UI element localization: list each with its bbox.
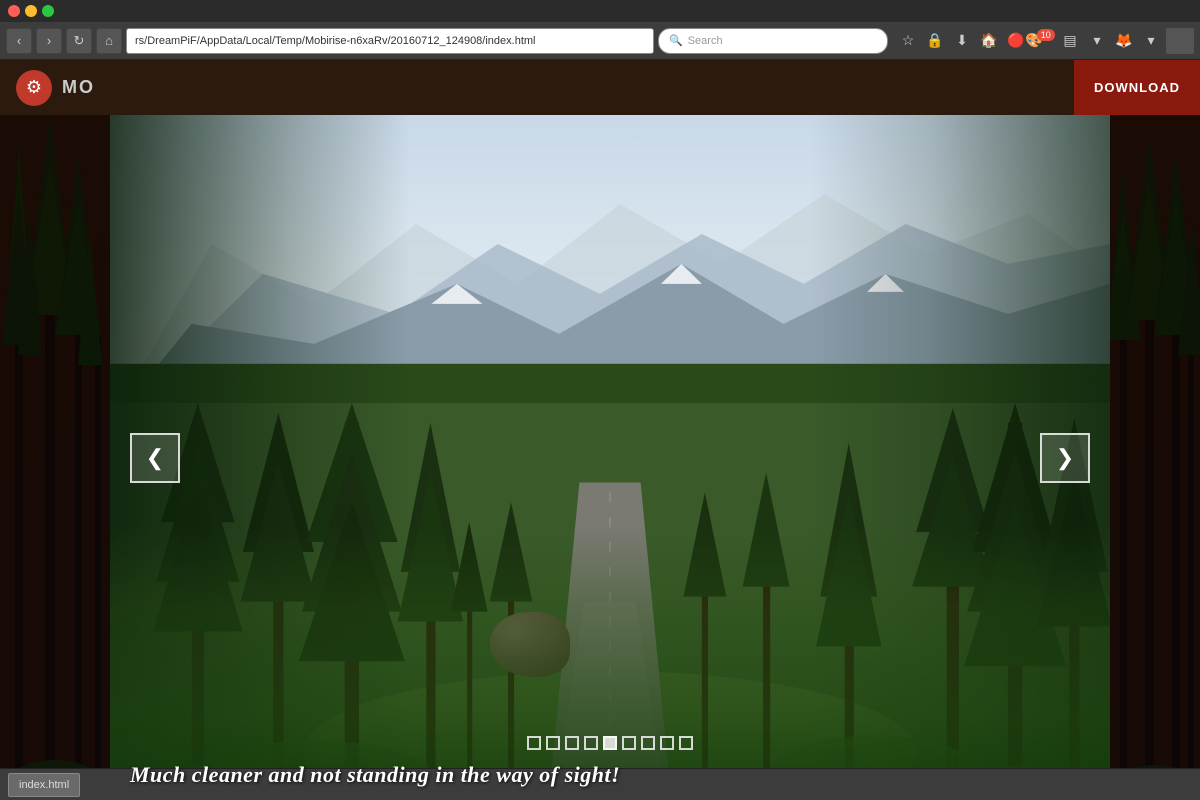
- carousel-container: ❮ ❯ Much cleaner and not standing in the…: [110, 115, 1110, 800]
- minimize-button[interactable]: [25, 5, 37, 17]
- address-bar[interactable]: rs/DreamPiF/AppData/Local/Temp/Mobirise-…: [126, 28, 654, 54]
- indicator-5[interactable]: [603, 736, 617, 750]
- extensions-icon[interactable]: 🦊: [1112, 29, 1136, 53]
- indicator-8[interactable]: [660, 736, 674, 750]
- download-button[interactable]: DOWNLOAD: [1074, 60, 1200, 115]
- browser-toolbar: ‹ › ↻ ⌂ rs/DreamPiF/AppData/Local/Temp/M…: [0, 22, 1200, 60]
- app-header: ⚙ MO DOWNLOAD: [0, 60, 1200, 115]
- taskbar-item-1[interactable]: index.html: [8, 773, 80, 797]
- carousel-caption: Much cleaner and not standing in the way…: [130, 762, 1090, 788]
- menu-icon[interactable]: ▤: [1058, 29, 1082, 53]
- lock-icon[interactable]: 🔒: [923, 29, 947, 53]
- indicator-2[interactable]: [546, 736, 560, 750]
- ground-cover: [110, 526, 1110, 800]
- maximize-button[interactable]: [42, 5, 54, 17]
- caption-text: Much cleaner and not standing in the way…: [130, 762, 620, 787]
- download-icon[interactable]: ⬇: [950, 29, 974, 53]
- forward-button[interactable]: ›: [36, 28, 62, 54]
- carousel-next-button[interactable]: ❯: [1040, 433, 1090, 483]
- bookmark-icon[interactable]: ☆: [896, 29, 920, 53]
- indicator-4[interactable]: [584, 736, 598, 750]
- apps-icon[interactable]: 🎨 10: [1031, 29, 1055, 53]
- indicator-6[interactable]: [622, 736, 636, 750]
- side-panel-left: [0, 115, 110, 800]
- search-input[interactable]: 🔍 Search: [658, 28, 888, 54]
- indicator-3[interactable]: [565, 736, 579, 750]
- right-forest-svg: [1110, 115, 1200, 800]
- indicator-9[interactable]: [679, 736, 693, 750]
- back-button[interactable]: ‹: [6, 28, 32, 54]
- extra-icon[interactable]: [1166, 28, 1194, 54]
- mountain-svg: [110, 184, 1110, 424]
- side-panel-right: [1110, 115, 1200, 800]
- mountain-layer: [110, 184, 1110, 424]
- chevron-icon[interactable]: ▾: [1085, 29, 1109, 53]
- main-content: ❮ ❯ Much cleaner and not standing in the…: [0, 115, 1200, 800]
- browser-chrome: ‹ › ↻ ⌂ rs/DreamPiF/AppData/Local/Temp/M…: [0, 0, 1200, 60]
- search-icon: 🔍: [669, 34, 683, 47]
- carousel-prev-button[interactable]: ❮: [130, 433, 180, 483]
- home-button[interactable]: ⌂: [96, 28, 122, 54]
- close-button[interactable]: [8, 5, 20, 17]
- left-forest-svg: [0, 115, 110, 800]
- app-title: MO: [62, 77, 95, 98]
- app-logo: ⚙ MO: [16, 70, 95, 106]
- indicator-1[interactable]: [527, 736, 541, 750]
- toolbar-icons: ☆ 🔒 ⬇ 🏠 🔴 🎨 10 ▤ ▾ 🦊 ▾: [896, 28, 1194, 54]
- home-nav-icon[interactable]: 🏠: [977, 29, 1001, 53]
- gear-icon: ⚙: [16, 70, 52, 106]
- carousel-indicators: [527, 736, 693, 750]
- notification-badge: 10: [1037, 29, 1055, 41]
- refresh-button[interactable]: ↻: [66, 28, 92, 54]
- indicator-7[interactable]: [641, 736, 655, 750]
- more-icon[interactable]: ▾: [1139, 29, 1163, 53]
- carousel-scene: [110, 115, 1110, 800]
- browser-titlebar: [0, 0, 1200, 22]
